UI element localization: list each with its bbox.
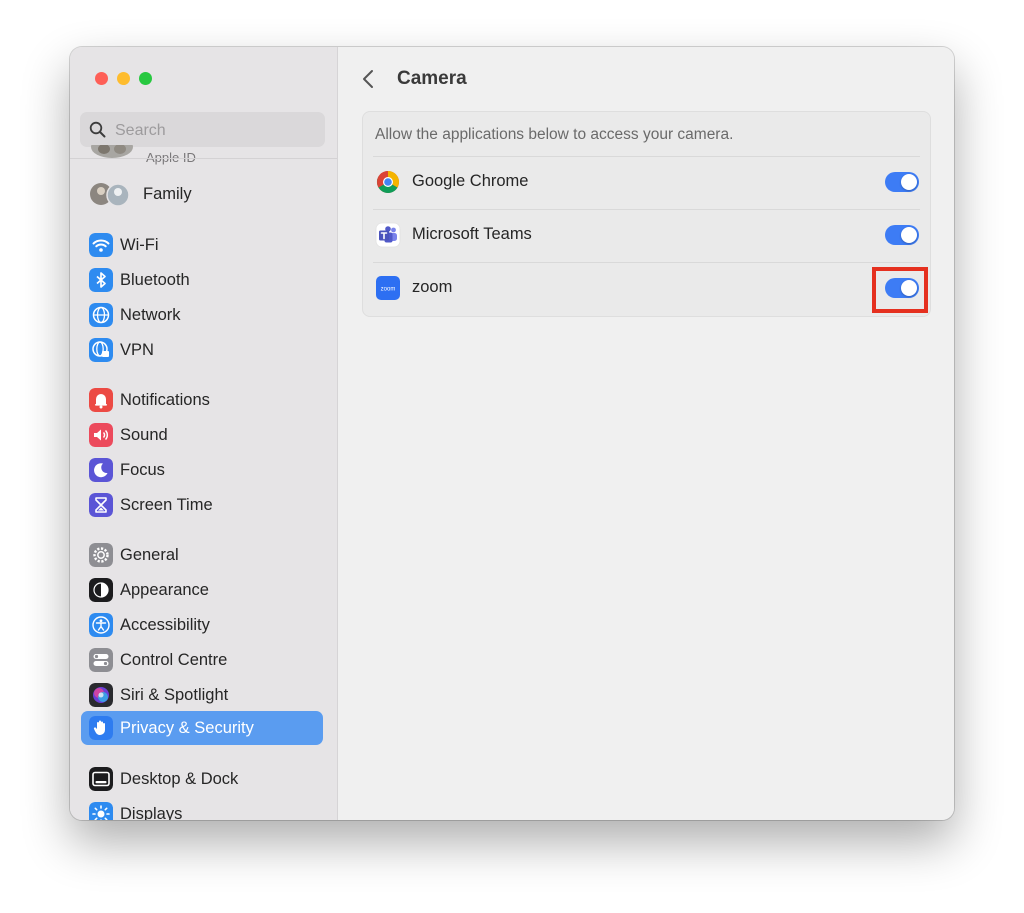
- app-label: Microsoft Teams: [412, 225, 532, 243]
- sidebar-item-label: Control Centre: [120, 651, 228, 669]
- card-description: Allow the applications below to access y…: [375, 126, 734, 143]
- accessibility-icon: [89, 613, 113, 637]
- sidebar-item-control-centre[interactable]: Control Centre: [81, 643, 323, 677]
- moon-icon: [89, 458, 113, 482]
- sidebar-item-displays[interactable]: Displays: [81, 797, 323, 820]
- sidebar-item-label: Notifications: [120, 391, 210, 409]
- toggle-knob: [901, 227, 917, 243]
- sidebar-item-focus[interactable]: Focus: [81, 453, 323, 487]
- sidebar-item-screen-time[interactable]: Screen Time: [81, 488, 323, 522]
- sidebar-item-general[interactable]: General: [81, 538, 323, 572]
- chrome-icon: [375, 169, 401, 195]
- apple-id-avatar-icon: [91, 145, 133, 158]
- sidebar-item-label: Family: [143, 185, 192, 203]
- row-divider: [373, 262, 920, 263]
- settings-window: Apple ID Family Wi-Fi: [70, 47, 954, 820]
- sidebar-item-wifi[interactable]: Wi-Fi: [81, 228, 323, 262]
- search-icon: [89, 121, 106, 138]
- dock-icon: [89, 767, 113, 791]
- camera-permissions-card: Allow the applications below to access y…: [362, 111, 931, 317]
- gear-icon: [89, 543, 113, 567]
- sidebar-item-label: Network: [120, 306, 181, 324]
- bell-icon: [89, 388, 113, 412]
- sidebar-item-appearance[interactable]: Appearance: [81, 573, 323, 607]
- teams-icon: [375, 222, 401, 248]
- minimize-button[interactable]: [117, 72, 130, 85]
- row-divider: [373, 209, 920, 210]
- sidebar-divider: [70, 158, 337, 159]
- toggle-knob: [901, 280, 917, 296]
- sidebar-item-accessibility[interactable]: Accessibility: [81, 608, 323, 642]
- sidebar-item-label: Focus: [120, 461, 165, 479]
- hourglass-icon: [89, 493, 113, 517]
- row-divider: [373, 156, 920, 157]
- sidebar-item-label: VPN: [120, 341, 154, 359]
- sidebar-item-privacy-security[interactable]: Privacy & Security: [81, 711, 323, 745]
- close-button[interactable]: [95, 72, 108, 85]
- sidebar-item-label: Desktop & Dock: [120, 770, 239, 788]
- back-chevron-icon[interactable]: [358, 67, 380, 91]
- chrome-camera-toggle[interactable]: [885, 172, 919, 192]
- appearance-icon: [89, 578, 113, 602]
- sidebar-item-label: Appearance: [120, 581, 209, 599]
- app-row-zoom: zoom zoom: [363, 262, 930, 314]
- sidebar-item-desktop-dock[interactable]: Desktop & Dock: [81, 762, 323, 796]
- sidebar: Apple ID Family Wi-Fi: [70, 47, 338, 820]
- speaker-icon: [89, 423, 113, 447]
- main-pane: Camera Allow the applications below to a…: [338, 47, 954, 820]
- control-centre-icon: [89, 648, 113, 672]
- sidebar-item-family[interactable]: Family: [81, 177, 323, 211]
- family-avatar-icon: [89, 182, 133, 206]
- app-row-teams: Microsoft Teams: [363, 209, 930, 261]
- sidebar-item-network[interactable]: Network: [81, 298, 323, 332]
- sidebar-item-label: General: [120, 546, 179, 564]
- globe-icon: [89, 303, 113, 327]
- sidebar-item-siri-spotlight[interactable]: Siri & Spotlight: [81, 678, 323, 712]
- sidebar-item-label: Sound: [120, 426, 168, 444]
- zoom-icon-text: zoom: [381, 287, 396, 293]
- sidebar-item-label: Siri & Spotlight: [120, 686, 229, 704]
- search-field[interactable]: [80, 112, 325, 149]
- app-label: Google Chrome: [412, 172, 529, 190]
- bluetooth-icon: [89, 268, 113, 292]
- zoom-button[interactable]: [139, 72, 152, 85]
- sidebar-item-vpn[interactable]: VPN: [81, 333, 323, 367]
- vpn-globe-icon: [89, 338, 113, 362]
- sun-icon: [89, 802, 113, 820]
- wifi-icon: [89, 233, 113, 257]
- zoom-icon: zoom: [375, 275, 401, 301]
- app-label: zoom: [412, 278, 453, 296]
- toggle-knob: [901, 174, 917, 190]
- sidebar-item-notifications[interactable]: Notifications: [81, 383, 323, 417]
- sidebar-item-label: Bluetooth: [120, 271, 190, 289]
- siri-icon: [89, 683, 113, 707]
- app-row-chrome: Google Chrome: [363, 156, 930, 208]
- sidebar-item-bluetooth[interactable]: Bluetooth: [81, 263, 323, 297]
- sidebar-item-label: Wi-Fi: [120, 236, 159, 254]
- hand-icon: [89, 716, 113, 740]
- sidebar-item-label: Accessibility: [120, 616, 210, 634]
- search-input[interactable]: [113, 112, 317, 149]
- sidebar-item-sound[interactable]: Sound: [81, 418, 323, 452]
- sidebar-item-label: Displays: [120, 805, 183, 820]
- zoom-camera-toggle[interactable]: [885, 278, 919, 298]
- page-title: Camera: [397, 68, 467, 89]
- sidebar-item-label: Privacy & Security: [120, 719, 254, 737]
- traffic-lights: [95, 72, 152, 85]
- teams-camera-toggle[interactable]: [885, 225, 919, 245]
- sidebar-item-label: Screen Time: [120, 496, 213, 514]
